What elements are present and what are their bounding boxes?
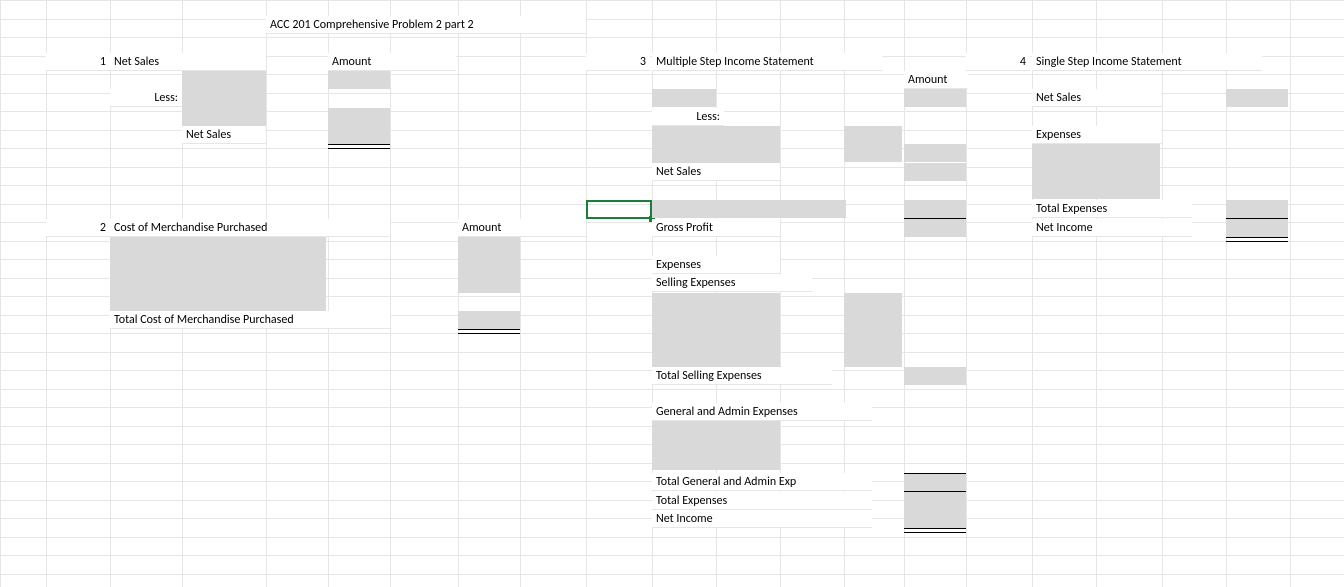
s4-double-underline-ni [1226,237,1288,242]
s3-cogs-row[interactable] [652,200,846,218]
section-3-number: 3 [586,53,650,71]
s1-netsales-amount[interactable] [328,126,390,144]
s2-items-box[interactable] [110,237,326,311]
s1-net-sales-label: Net Sales [182,126,266,144]
s3-total-ga-amount[interactable] [904,473,966,491]
s3-total-ga-label: Total General and Admin Exp [652,473,872,491]
page-title: ACC 201 Comprehensive Problem 2 part 2 [266,16,586,34]
section-3-title: Multiple Step Income Statement [652,53,882,71]
s3-total-selling-amount[interactable] [904,367,966,385]
s3-less-total[interactable] [904,144,966,162]
s2-total-amount[interactable] [458,311,520,329]
s3-gross-sales-input[interactable] [652,89,716,107]
s3-total-selling-label: Total Selling Expenses [652,367,832,385]
s3-net-income-amount[interactable] [904,510,966,528]
s3-ga-items[interactable] [652,421,780,470]
s3-selling-exp-label: Selling Expenses [652,274,812,292]
s3-net-sales-label: Net Sales [652,163,780,181]
s3-gross-profit-label: Gross Profit [652,219,780,237]
s3-net-sales-amount[interactable] [904,163,966,181]
section-1-title: Net Sales [110,53,266,71]
s2-double-underline [458,329,520,334]
s4-expenses-items[interactable] [1032,144,1160,199]
section-2-title: Cost of Merchandise Purchased [110,219,390,237]
active-cell-selection [586,200,652,219]
s4-net-sales-amount[interactable] [1226,89,1288,107]
s1-less-items-box[interactable] [182,89,266,126]
s1-less-label: Less: [110,89,182,107]
s3-expenses-label: Expenses [652,256,780,274]
s3-total-exp-amount[interactable] [904,492,966,510]
section-1-amount-header: Amount [328,53,456,71]
s1-double-underline [328,144,390,149]
s1-gross-sales-input[interactable] [182,71,266,89]
s3-less-amt1[interactable] [844,126,902,144]
s4-net-income-amount[interactable] [1226,219,1288,237]
s2-amounts-box[interactable] [458,237,520,293]
spreadsheet[interactable]: // generated below by small script after… [0,0,1344,587]
section-4-title: Single Step Income Statement [1032,53,1262,71]
s4-net-income-label: Net Income [1032,219,1192,237]
section-1-number: 1 [46,53,110,71]
s3-double-underline-ni [904,528,966,533]
s3-selling-exp-amts[interactable] [844,293,902,367]
s3-total-exp-label: Total Expenses [652,492,872,510]
s4-net-sales-label: Net Sales [1032,89,1162,107]
s3-ga-exp-label: General and Admin Expenses [652,403,872,421]
s4-total-exp-label: Total Expenses [1032,200,1192,218]
s1-amount-gross[interactable] [328,71,390,89]
s3-gross-profit-amount[interactable] [904,219,966,237]
s2-total-label: Total Cost of Merchandise Purchased [110,311,390,329]
s3-net-income-label: Net Income [652,510,872,528]
s3-cogs-amount[interactable] [904,200,966,218]
section-4-number: 4 [966,53,1030,71]
s3-gross-amount[interactable] [904,89,966,107]
s3-underline-ga-top [904,473,966,474]
section-2-amount-header: Amount [458,219,586,237]
s3-less-items[interactable] [652,126,780,163]
s1-less-amount[interactable] [328,108,390,126]
s4-expenses-label: Expenses [1032,126,1162,144]
section-2-number: 2 [46,219,110,237]
s4-total-exp-amount[interactable] [1226,200,1288,218]
s3-less-amt2[interactable] [844,144,902,162]
s3-selling-exp-items[interactable] [652,293,780,367]
s3-less-label: Less: [652,108,724,126]
section-3-amount-header: Amount [904,71,968,89]
